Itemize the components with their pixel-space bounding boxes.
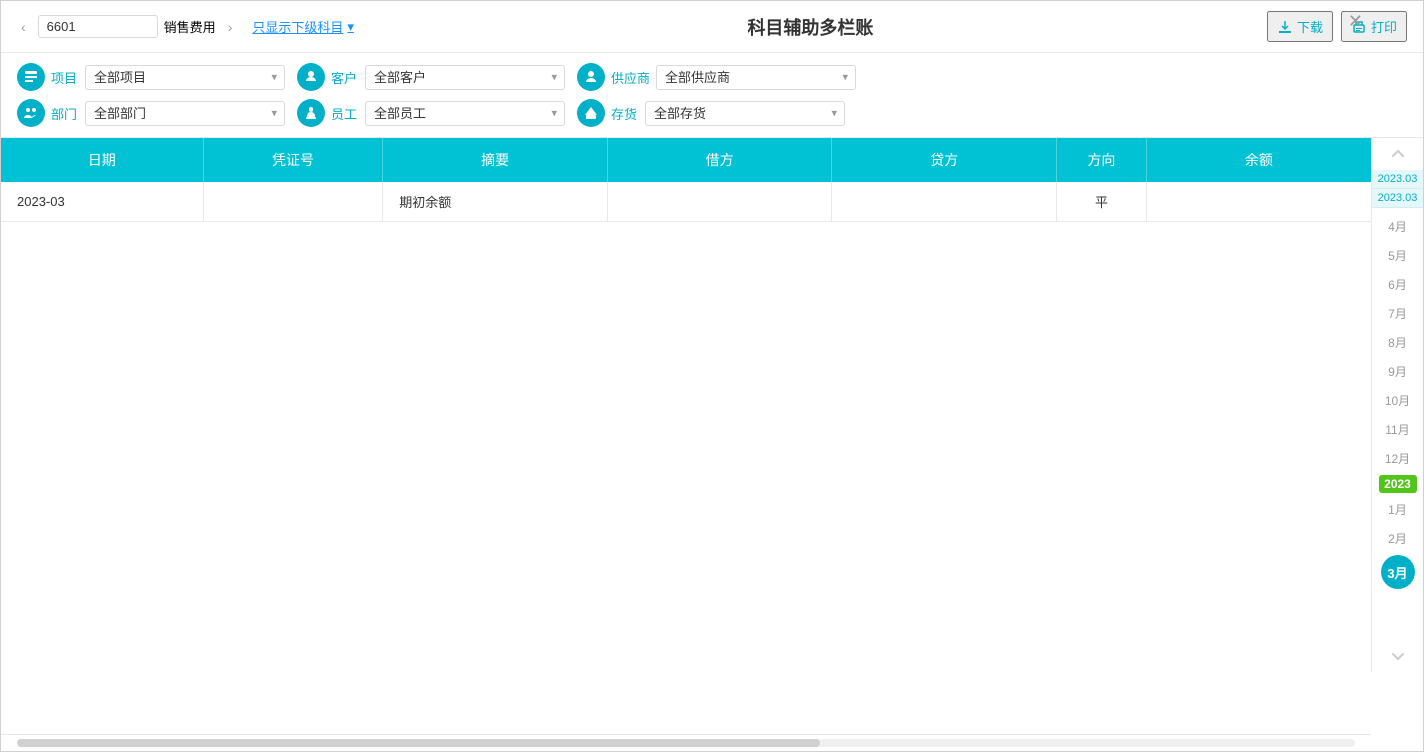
account-code-input[interactable] [38, 15, 158, 38]
cell-voucher [203, 182, 383, 222]
filter-staff: 员工 全部员工 [297, 99, 565, 127]
staff-icon [297, 99, 325, 127]
filter-area: 项目 全部项目 客户 全部客户 [1, 53, 1423, 138]
project-select-wrapper: 全部项目 [85, 65, 285, 90]
table-row: 2023-03 期初余额 平 [1, 182, 1371, 222]
data-table: 日期 凭证号 摘要 借方 贷方 方向 余额 2023-03 期初余额 [1, 138, 1371, 222]
col-balance: 余额 [1146, 138, 1371, 182]
account-code-area: 销售费用 [38, 15, 216, 38]
content-wrapper: 日期 凭证号 摘要 借方 贷方 方向 余额 2023-03 期初余额 [1, 138, 1423, 672]
col-summary: 摘要 [383, 138, 608, 182]
filter-row-2: 部门 全部部门 员工 全部员工 [17, 99, 1407, 127]
col-date: 日期 [1, 138, 203, 182]
timeline-month-6[interactable]: 6月 [1372, 270, 1423, 299]
timeline-month-10[interactable]: 10月 [1372, 386, 1423, 415]
timeline-selected-top[interactable]: 2023.03 [1372, 170, 1423, 189]
dept-select[interactable]: 全部部门 [85, 101, 285, 126]
customer-label: 客户 [331, 68, 359, 87]
dept-label: 部门 [51, 104, 79, 123]
staff-select-wrapper: 全部员工 [365, 101, 565, 126]
customer-select[interactable]: 全部客户 [365, 65, 565, 90]
show-sub-label: 只显示下级科目 [252, 17, 343, 36]
customer-select-wrapper: 全部客户 [365, 65, 565, 90]
timeline-month-11[interactable]: 11月 [1372, 415, 1423, 444]
dept-select-wrapper: 全部部门 [85, 101, 285, 126]
supplier-label: 供应商 [611, 68, 650, 87]
filter-customer: 客户 全部客户 [297, 63, 565, 91]
filter-supplier: 供应商 全部供应商 [577, 63, 856, 91]
filter-project: 项目 全部项目 [17, 63, 285, 91]
supplier-icon [577, 63, 605, 91]
project-select[interactable]: 全部项目 [85, 65, 285, 90]
timeline-month-8[interactable]: 8月 [1372, 328, 1423, 357]
account-name: 销售费用 [164, 17, 216, 36]
staff-label: 员工 [331, 104, 359, 123]
customer-icon [297, 63, 325, 91]
timeline-month-4[interactable]: 4月 [1372, 212, 1423, 241]
show-sub-arrow: ▾ [347, 19, 354, 35]
download-icon [1277, 19, 1293, 35]
scrollbar-thumb[interactable] [17, 739, 820, 747]
timeline-month-1[interactable]: 1月 [1372, 495, 1423, 524]
timeline-month-12[interactable]: 12月 [1372, 444, 1423, 473]
inventory-select-wrapper: 全部存货 [645, 101, 845, 126]
cell-credit [832, 182, 1057, 222]
cell-balance [1146, 182, 1371, 222]
main-window: ‹ 销售费用 › 只显示下级科目 ▾ 科目辅助多栏账 下载 [0, 0, 1424, 752]
filter-dept: 部门 全部部门 [17, 99, 285, 127]
scrollbar-track[interactable] [17, 739, 1355, 747]
timeline-month-2[interactable]: 2月 [1372, 524, 1423, 553]
col-direction: 方向 [1057, 138, 1147, 182]
filter-row-1: 项目 全部项目 客户 全部客户 [17, 63, 1407, 91]
print-label: 打印 [1371, 17, 1397, 36]
dept-icon [17, 99, 45, 127]
col-voucher: 凭证号 [203, 138, 383, 182]
inventory-select[interactable]: 全部存货 [645, 101, 845, 126]
timeline-month-7[interactable]: 7月 [1372, 299, 1423, 328]
staff-select[interactable]: 全部员工 [365, 101, 565, 126]
supplier-select[interactable]: 全部供应商 [656, 65, 856, 90]
project-icon [17, 63, 45, 91]
supplier-select-wrapper: 全部供应商 [656, 65, 856, 90]
cell-date: 2023-03 [1, 182, 203, 222]
col-debit: 借方 [607, 138, 832, 182]
nav-prev-button[interactable]: ‹ [17, 17, 30, 37]
cell-summary: 期初余额 [383, 182, 608, 222]
timeline-year-badge[interactable]: 2023 [1379, 475, 1417, 493]
close-button[interactable]: ✕ [1348, 11, 1363, 32]
inventory-label: 存货 [611, 104, 639, 123]
timeline-month-5[interactable]: 5月 [1372, 241, 1423, 270]
col-credit: 贷方 [832, 138, 1057, 182]
timeline-selected-bottom[interactable]: 2023.03 [1372, 189, 1423, 208]
download-button[interactable]: 下载 [1267, 11, 1333, 42]
table-header-row: 日期 凭证号 摘要 借方 贷方 方向 余额 [1, 138, 1371, 182]
timeline-month-9[interactable]: 9月 [1372, 357, 1423, 386]
timeline-scroll-up[interactable] [1372, 138, 1423, 170]
timeline-scroll-down[interactable] [1372, 640, 1423, 672]
cell-debit [607, 182, 832, 222]
show-sub-toggle[interactable]: 只显示下级科目 ▾ [252, 17, 354, 36]
top-bar: ‹ 销售费用 › 只显示下级科目 ▾ 科目辅助多栏账 下载 [1, 1, 1423, 53]
page-title: 科目辅助多栏账 [362, 14, 1259, 40]
inventory-icon [577, 99, 605, 127]
project-label: 项目 [51, 68, 79, 87]
table-area[interactable]: 日期 凭证号 摘要 借方 贷方 方向 余额 2023-03 期初余额 [1, 138, 1371, 672]
cell-direction: 平 [1057, 182, 1147, 222]
timeline-active-month[interactable]: 3月 [1381, 555, 1415, 589]
side-timeline: 2023.03 2023.03 4月 5月 6月 7月 8月 9月 10月 11… [1371, 138, 1423, 672]
download-label: 下载 [1297, 17, 1323, 36]
filter-inventory: 存货 全部存货 [577, 99, 845, 127]
bottom-scrollbar [1, 734, 1371, 751]
nav-next-button[interactable]: › [224, 17, 237, 37]
